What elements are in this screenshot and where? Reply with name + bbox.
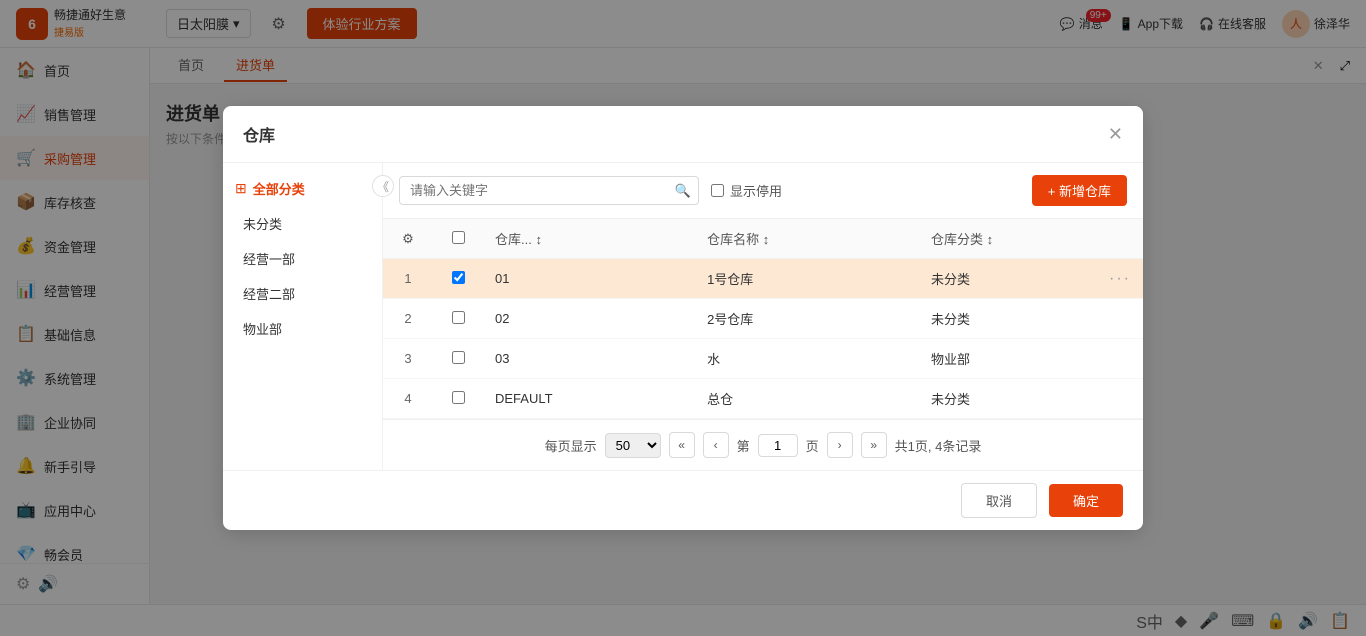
content-toolbar: 🔍 显示停用 + 新增仓库 xyxy=(383,163,1143,219)
category-unclassified[interactable]: 未分类 xyxy=(223,206,382,241)
add-warehouse-button[interactable]: + 新增仓库 xyxy=(1032,175,1127,206)
row-category: 未分类··· xyxy=(919,259,1143,298)
content-panel: 🔍 显示停用 + 新增仓库 ⚙ xyxy=(383,163,1143,470)
confirm-button[interactable]: 确定 xyxy=(1049,484,1123,517)
row-actions-icon[interactable]: ··· xyxy=(1109,270,1131,288)
category-dept2[interactable]: 经营二部 xyxy=(223,276,382,311)
row-name: 1号仓库 xyxy=(695,259,919,299)
category-property[interactable]: 物业部 xyxy=(223,311,382,346)
per-page-label: 每页显示 xyxy=(545,436,597,455)
last-page-button[interactable]: » xyxy=(861,432,887,458)
next-page-button[interactable]: › xyxy=(827,432,853,458)
per-page-select[interactable]: 50 100 200 xyxy=(605,433,661,458)
col-name[interactable]: 仓库名称 ↕ xyxy=(695,219,919,259)
total-info: 共1页, 4条记录 xyxy=(895,436,982,455)
page-suffix: 页 xyxy=(806,436,819,455)
page-number-input[interactable] xyxy=(758,434,798,457)
row-checkbox-cell[interactable] xyxy=(433,379,483,419)
modal-close-button[interactable]: ✕ xyxy=(1108,124,1123,145)
warehouse-modal: 仓库 ✕ ⊞ 全部分类 《 未分类 经营一部 经营二部 xyxy=(223,106,1143,530)
row-checkbox[interactable] xyxy=(452,391,465,404)
search-wrap: 🔍 xyxy=(399,176,699,205)
row-checkbox-cell[interactable] xyxy=(433,299,483,339)
select-all-checkbox[interactable] xyxy=(452,231,465,244)
row-code: 02 xyxy=(483,299,695,339)
modal-header: 仓库 ✕ xyxy=(223,106,1143,163)
row-checkbox-cell[interactable] xyxy=(433,259,483,299)
col-code[interactable]: 仓库... ↕ xyxy=(483,219,695,259)
col-checkbox xyxy=(433,219,483,259)
row-number: 1 xyxy=(383,259,433,299)
row-code: 01 xyxy=(483,259,695,299)
show-disabled-checkbox[interactable] xyxy=(711,184,724,197)
row-checkbox[interactable] xyxy=(452,311,465,324)
page-label: 第 xyxy=(737,436,750,455)
col-settings: ⚙ xyxy=(383,219,433,259)
row-code: DEFAULT xyxy=(483,379,695,419)
pagination-bar: 每页显示 50 100 200 « ‹ 第 页 › » 共1页, 4条记录 xyxy=(383,419,1143,470)
modal-title: 仓库 xyxy=(243,122,275,146)
modal-footer: 取消 确定 xyxy=(223,470,1143,530)
table-row[interactable]: 4 DEFAULT 总仓 未分类··· xyxy=(383,379,1143,419)
warehouse-table-wrap: ⚙ 仓库... ↕ 仓库名称 ↕ 仓库分类 ↕ xyxy=(383,219,1143,419)
row-checkbox-cell[interactable] xyxy=(433,339,483,379)
modal-body: ⊞ 全部分类 《 未分类 经营一部 经营二部 物业部 xyxy=(223,163,1143,470)
collapse-panel-button[interactable]: 《 xyxy=(372,175,394,197)
table-row[interactable]: 3 03 水 物业部··· xyxy=(383,339,1143,379)
row-name: 总仓 xyxy=(695,379,919,419)
table-row[interactable]: 2 02 2号仓库 未分类··· xyxy=(383,299,1143,339)
category-panel: ⊞ 全部分类 《 未分类 经营一部 经营二部 物业部 xyxy=(223,163,383,470)
row-number: 3 xyxy=(383,339,433,379)
category-dept1[interactable]: 经营一部 xyxy=(223,241,382,276)
show-disabled-label[interactable]: 显示停用 xyxy=(711,181,782,200)
row-number: 4 xyxy=(383,379,433,419)
grid-icon: ⊞ xyxy=(235,180,247,197)
modal-overlay: 仓库 ✕ ⊞ 全部分类 《 未分类 经营一部 经营二部 xyxy=(0,0,1366,636)
row-category: 未分类··· xyxy=(919,299,1143,338)
prev-page-button[interactable]: ‹ xyxy=(703,432,729,458)
row-category: 物业部··· xyxy=(919,339,1143,378)
all-category-label: 全部分类 xyxy=(253,179,305,198)
search-input[interactable] xyxy=(399,176,699,205)
cancel-button[interactable]: 取消 xyxy=(961,483,1037,518)
all-category-button[interactable]: ⊞ 全部分类 xyxy=(223,171,382,206)
col-category[interactable]: 仓库分类 ↕ xyxy=(919,219,1143,259)
row-name: 2号仓库 xyxy=(695,299,919,339)
row-checkbox[interactable] xyxy=(452,271,465,284)
row-category: 未分类··· xyxy=(919,379,1143,418)
row-number: 2 xyxy=(383,299,433,339)
warehouse-table: ⚙ 仓库... ↕ 仓库名称 ↕ 仓库分类 ↕ xyxy=(383,219,1143,419)
row-code: 03 xyxy=(483,339,695,379)
row-checkbox[interactable] xyxy=(452,351,465,364)
first-page-button[interactable]: « xyxy=(669,432,695,458)
search-icon[interactable]: 🔍 xyxy=(675,183,691,199)
table-row[interactable]: 1 01 1号仓库 未分类··· xyxy=(383,259,1143,299)
row-name: 水 xyxy=(695,339,919,379)
